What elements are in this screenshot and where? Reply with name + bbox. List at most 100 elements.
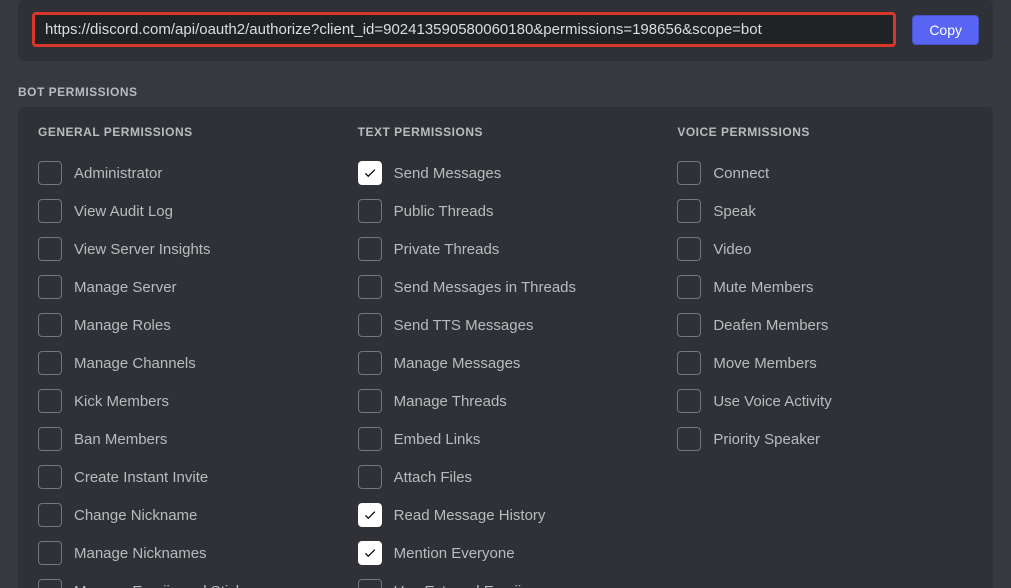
perm-row-manage-channels: Manage Channels	[38, 351, 334, 375]
checkbox-kick-members[interactable]	[38, 389, 62, 413]
checkbox-speak[interactable]	[677, 199, 701, 223]
perm-label-video: Video	[713, 241, 751, 258]
perm-label-speak: Speak	[713, 203, 756, 220]
perm-row-view-audit-log: View Audit Log	[38, 199, 334, 223]
perm-row-send-messages: Send Messages	[358, 161, 654, 185]
checkbox-manage-roles[interactable]	[38, 313, 62, 337]
perm-label-send-messages-in-threads: Send Messages in Threads	[394, 279, 576, 296]
check-icon	[363, 546, 377, 560]
checkbox-send-messages[interactable]	[358, 161, 382, 185]
perm-row-use-voice-activity: Use Voice Activity	[677, 389, 973, 413]
checkbox-manage-messages[interactable]	[358, 351, 382, 375]
perm-label-administrator: Administrator	[74, 165, 162, 182]
perm-row-move-members: Move Members	[677, 351, 973, 375]
voice-permissions-title: VOICE PERMISSIONS	[677, 125, 973, 139]
checkbox-priority-speaker[interactable]	[677, 427, 701, 451]
perm-label-read-message-history: Read Message History	[394, 507, 546, 524]
perm-label-manage-threads: Manage Threads	[394, 393, 507, 410]
checkbox-send-tts-messages[interactable]	[358, 313, 382, 337]
checkbox-deafen-members[interactable]	[677, 313, 701, 337]
checkbox-ban-members[interactable]	[38, 427, 62, 451]
perm-row-ban-members: Ban Members	[38, 427, 334, 451]
perm-row-video: Video	[677, 237, 973, 261]
perm-row-deafen-members: Deafen Members	[677, 313, 973, 337]
perm-row-use-external-emojis: Use External Emojis	[358, 579, 654, 588]
checkbox-private-threads[interactable]	[358, 237, 382, 261]
perm-row-kick-members: Kick Members	[38, 389, 334, 413]
checkbox-use-voice-activity[interactable]	[677, 389, 701, 413]
check-icon	[363, 508, 377, 522]
perm-label-send-tts-messages: Send TTS Messages	[394, 317, 534, 334]
perm-row-manage-roles: Manage Roles	[38, 313, 334, 337]
perm-row-speak: Speak	[677, 199, 973, 223]
general-permissions-title: GENERAL PERMISSIONS	[38, 125, 334, 139]
checkbox-manage-nicknames[interactable]	[38, 541, 62, 565]
checkbox-send-messages-in-threads[interactable]	[358, 275, 382, 299]
perm-label-change-nickname: Change Nickname	[74, 507, 197, 524]
checkbox-read-message-history[interactable]	[358, 503, 382, 527]
general-permissions-column: GENERAL PERMISSIONS Administrator View Au…	[38, 125, 334, 588]
perm-row-public-threads: Public Threads	[358, 199, 654, 223]
checkbox-embed-links[interactable]	[358, 427, 382, 451]
perm-row-manage-server: Manage Server	[38, 275, 334, 299]
checkbox-attach-files[interactable]	[358, 465, 382, 489]
perm-label-public-threads: Public Threads	[394, 203, 494, 220]
checkbox-change-nickname[interactable]	[38, 503, 62, 527]
perm-label-view-audit-log: View Audit Log	[74, 203, 173, 220]
perm-label-mention-everyone: Mention Everyone	[394, 545, 515, 562]
perm-row-manage-threads: Manage Threads	[358, 389, 654, 413]
checkbox-use-external-emojis[interactable]	[358, 579, 382, 588]
perm-row-view-server-insights: View Server Insights	[38, 237, 334, 261]
perm-label-ban-members: Ban Members	[74, 431, 167, 448]
perm-label-deafen-members: Deafen Members	[713, 317, 828, 334]
checkbox-administrator[interactable]	[38, 161, 62, 185]
copy-button[interactable]: Copy	[912, 15, 979, 45]
perm-label-use-voice-activity: Use Voice Activity	[713, 393, 831, 410]
oauth-url-box[interactable]: https://discord.com/api/oauth2/authorize…	[32, 12, 896, 47]
perm-label-manage-channels: Manage Channels	[74, 355, 196, 372]
perm-row-priority-speaker: Priority Speaker	[677, 427, 973, 451]
perm-label-embed-links: Embed Links	[394, 431, 481, 448]
perm-label-priority-speaker: Priority Speaker	[713, 431, 820, 448]
perm-row-administrator: Administrator	[38, 161, 334, 185]
checkbox-view-audit-log[interactable]	[38, 199, 62, 223]
text-permissions-column: TEXT PERMISSIONS Send Messages Public Thr…	[358, 125, 654, 588]
checkbox-manage-channels[interactable]	[38, 351, 62, 375]
perm-label-manage-roles: Manage Roles	[74, 317, 171, 334]
perm-row-change-nickname: Change Nickname	[38, 503, 334, 527]
perm-label-view-server-insights: View Server Insights	[74, 241, 210, 258]
perm-label-send-messages: Send Messages	[394, 165, 502, 182]
perm-label-manage-emojis-and-stickers: Manage Emojis and Stickers	[74, 583, 264, 588]
perm-label-private-threads: Private Threads	[394, 241, 500, 258]
perm-row-mention-everyone: Mention Everyone	[358, 541, 654, 565]
perm-row-private-threads: Private Threads	[358, 237, 654, 261]
checkbox-view-server-insights[interactable]	[38, 237, 62, 261]
perm-row-mute-members: Mute Members	[677, 275, 973, 299]
checkbox-video[interactable]	[677, 237, 701, 261]
perm-label-kick-members: Kick Members	[74, 393, 169, 410]
perm-label-manage-server: Manage Server	[74, 279, 177, 296]
check-icon	[363, 166, 377, 180]
checkbox-move-members[interactable]	[677, 351, 701, 375]
perm-label-manage-messages: Manage Messages	[394, 355, 521, 372]
perm-label-manage-nicknames: Manage Nicknames	[74, 545, 207, 562]
perm-row-attach-files: Attach Files	[358, 465, 654, 489]
url-panel: https://discord.com/api/oauth2/authorize…	[18, 0, 993, 61]
checkbox-connect[interactable]	[677, 161, 701, 185]
checkbox-public-threads[interactable]	[358, 199, 382, 223]
checkbox-create-instant-invite[interactable]	[38, 465, 62, 489]
checkbox-manage-emojis-and-stickers[interactable]	[38, 579, 62, 588]
perm-label-move-members: Move Members	[713, 355, 816, 372]
checkbox-manage-threads[interactable]	[358, 389, 382, 413]
bot-permissions-title: BOT PERMISSIONS	[18, 85, 993, 99]
checkbox-mention-everyone[interactable]	[358, 541, 382, 565]
checkbox-mute-members[interactable]	[677, 275, 701, 299]
perm-label-attach-files: Attach Files	[394, 469, 472, 486]
perm-row-embed-links: Embed Links	[358, 427, 654, 451]
checkbox-manage-server[interactable]	[38, 275, 62, 299]
perm-row-connect: Connect	[677, 161, 973, 185]
perm-label-use-external-emojis: Use External Emojis	[394, 583, 529, 588]
perm-row-send-tts-messages: Send TTS Messages	[358, 313, 654, 337]
perm-row-manage-emojis-and-stickers: Manage Emojis and Stickers	[38, 579, 334, 588]
text-permissions-title: TEXT PERMISSIONS	[358, 125, 654, 139]
